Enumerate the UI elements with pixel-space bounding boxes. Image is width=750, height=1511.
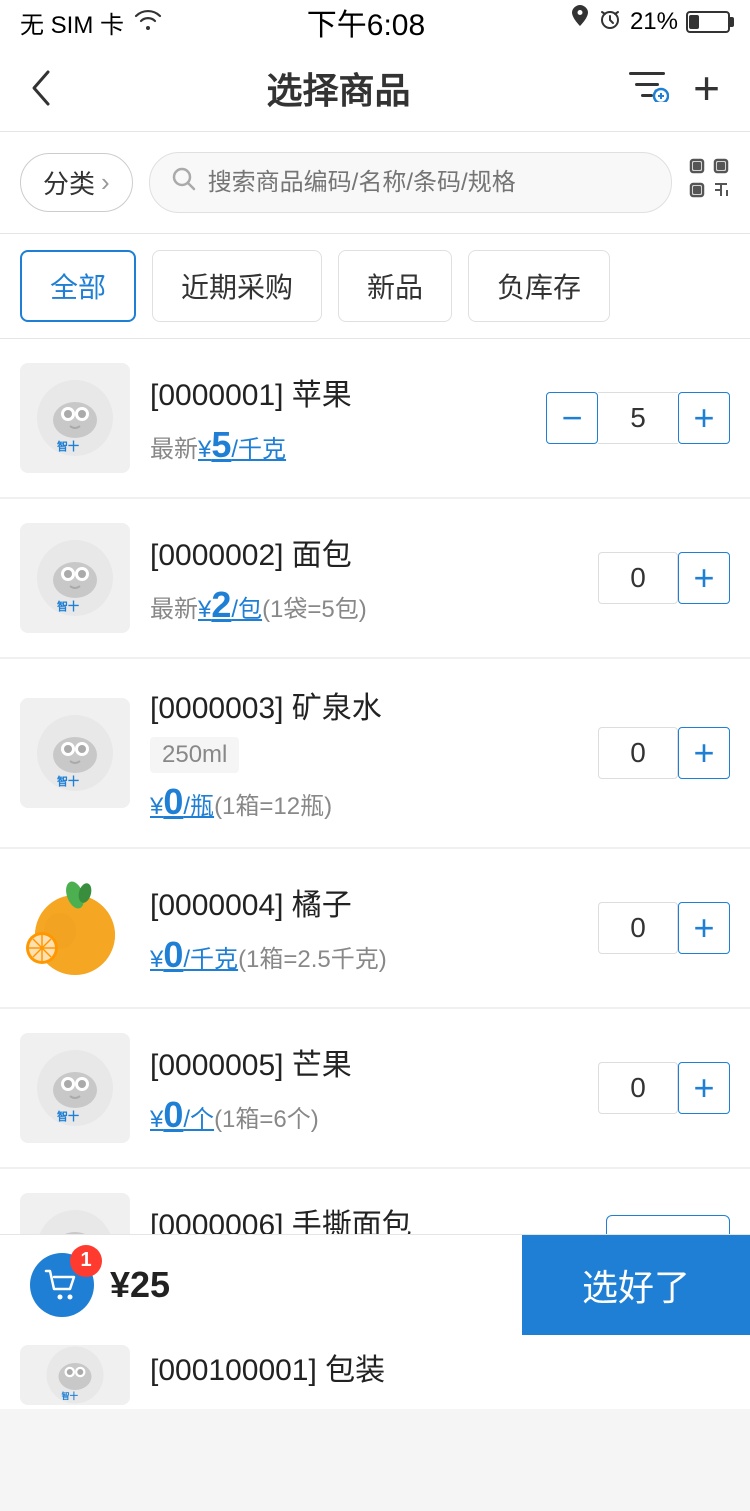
- product-info: [0000003] 矿泉水 250ml ¥ 0 /瓶 (1箱=12瓶): [150, 683, 578, 823]
- cart-icon[interactable]: 1: [30, 1253, 94, 1317]
- product-info: [0000001] 苹果 最新 ¥ 5 /千克: [150, 370, 526, 466]
- table-row: 智十 [0000005] 芒果 ¥ 0 /个 (1箱=6个) +: [0, 1009, 750, 1167]
- product-info: [0000004] 橘子 ¥ 0 /千克 (1箱=2.5千克): [150, 880, 578, 976]
- status-right: 21%: [570, 5, 730, 40]
- wifi-icon: [134, 8, 162, 37]
- cart-total: ¥25: [110, 1264, 170, 1306]
- product-image: 智十: [20, 363, 130, 473]
- qty-input[interactable]: [598, 1062, 678, 1114]
- tab-new[interactable]: 新品: [338, 250, 452, 322]
- tab-recent[interactable]: 近期采购: [152, 250, 322, 322]
- status-time: 下午6:08: [307, 0, 425, 44]
- battery-icon: [686, 11, 730, 33]
- product-name: [000100001] 包装: [150, 1345, 730, 1389]
- category-label: 分类: [43, 164, 95, 201]
- product-name: [0000005] 芒果: [150, 1040, 578, 1084]
- tab-all[interactable]: 全部: [20, 250, 136, 322]
- confirm-button[interactable]: 选好了: [522, 1235, 750, 1335]
- qty-input[interactable]: [598, 392, 678, 444]
- qty-plus-button[interactable]: +: [678, 1062, 730, 1114]
- product-info: [0000005] 芒果 ¥ 0 /个 (1箱=6个): [150, 1040, 578, 1136]
- qty-input[interactable]: [598, 902, 678, 954]
- product-price: ¥ 0 /千克 (1箱=2.5千克): [150, 934, 578, 976]
- cart-section: 1 ¥25: [0, 1253, 522, 1317]
- product-image: 智十: [20, 523, 130, 633]
- product-image: 智十: [20, 1033, 130, 1143]
- search-box: [149, 152, 672, 213]
- table-row: 智十 [0000002] 面包 最新 ¥ 2 /包 (1袋=5包) +: [0, 499, 750, 657]
- status-bar: 无 SIM 卡 下午6:08 21%: [0, 0, 750, 44]
- product-image: [20, 873, 130, 983]
- filter-icon[interactable]: [625, 66, 669, 109]
- product-price: ¥ 0 /个 (1箱=6个): [150, 1094, 578, 1136]
- quantity-control: +: [598, 1062, 730, 1114]
- product-price: 最新 ¥ 5 /千克: [150, 424, 526, 466]
- svg-text:智十: 智十: [57, 439, 79, 453]
- location-icon: [570, 5, 590, 40]
- product-spec: 250ml: [150, 737, 239, 773]
- quantity-control: +: [598, 552, 730, 604]
- quantity-control: − +: [546, 392, 730, 444]
- quantity-control: +: [598, 727, 730, 779]
- back-button[interactable]: [30, 68, 52, 108]
- category-button[interactable]: 分类 ›: [20, 153, 133, 212]
- add-icon[interactable]: +: [693, 65, 720, 111]
- product-name: [0000004] 橘子: [150, 880, 578, 924]
- quantity-control: +: [598, 902, 730, 954]
- svg-text:智十: 智十: [57, 599, 79, 613]
- product-name: [0000001] 苹果: [150, 370, 526, 414]
- product-image: 智十: [20, 698, 130, 808]
- qty-input[interactable]: [598, 727, 678, 779]
- product-price: ¥ 0 /瓶 (1箱=12瓶): [150, 781, 578, 823]
- qty-minus-button[interactable]: −: [546, 392, 598, 444]
- product-name: [0000003] 矿泉水: [150, 683, 578, 727]
- product-info: [000100001] 包装: [150, 1345, 730, 1399]
- nav-actions: +: [625, 65, 720, 111]
- filter-row: 分类 ›: [0, 132, 750, 234]
- search-icon: [170, 165, 198, 200]
- qty-plus-button[interactable]: +: [678, 902, 730, 954]
- alarm-icon: [598, 7, 622, 38]
- tab-row: 全部 近期采购 新品 负库存: [0, 234, 750, 339]
- product-price: 最新 ¥ 2 /包 (1袋=5包): [150, 584, 578, 626]
- tab-negative[interactable]: 负库存: [468, 250, 610, 322]
- search-input[interactable]: [208, 169, 651, 197]
- svg-text:智十: 智十: [62, 1391, 79, 1401]
- qty-plus-button[interactable]: +: [678, 552, 730, 604]
- scan-icon[interactable]: [688, 157, 730, 208]
- table-row: 智十 [0000003] 矿泉水 250ml ¥ 0 /瓶 (1箱=12瓶) +: [0, 659, 750, 847]
- table-row: [0000004] 橘子 ¥ 0 /千克 (1箱=2.5千克) +: [0, 849, 750, 1007]
- table-row: 智十 [0000001] 苹果 最新 ¥ 5 /千克 − +: [0, 339, 750, 497]
- battery-percent: 21%: [630, 8, 678, 36]
- table-row: 智十 [000100001] 包装: [0, 1329, 750, 1409]
- page-title: 选择商品: [267, 62, 411, 114]
- svg-text:智十: 智十: [57, 774, 79, 788]
- qty-plus-button[interactable]: +: [678, 392, 730, 444]
- category-arrow-icon: ›: [101, 167, 110, 198]
- carrier-text: 无 SIM 卡: [20, 5, 124, 40]
- bottom-bar: 1 ¥25 选好了: [0, 1234, 750, 1334]
- svg-text:智十: 智十: [57, 1109, 79, 1123]
- product-info: [0000002] 面包 最新 ¥ 2 /包 (1袋=5包): [150, 530, 578, 626]
- status-left: 无 SIM 卡: [20, 5, 162, 40]
- product-image: 智十: [20, 1345, 130, 1405]
- product-name: [0000002] 面包: [150, 530, 578, 574]
- nav-bar: 选择商品 +: [0, 44, 750, 132]
- qty-input[interactable]: [598, 552, 678, 604]
- cart-badge: 1: [70, 1245, 102, 1277]
- qty-plus-button[interactable]: +: [678, 727, 730, 779]
